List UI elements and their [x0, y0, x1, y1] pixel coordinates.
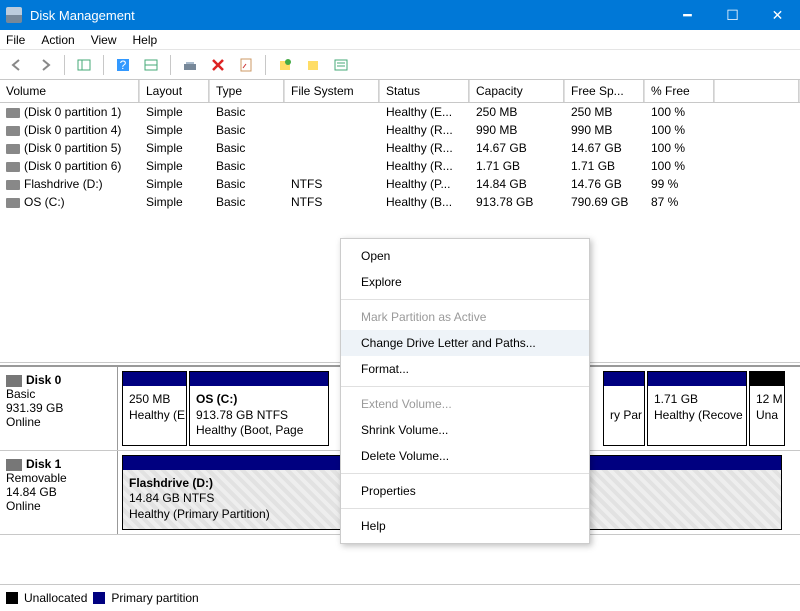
volume-row[interactable]: (Disk 0 partition 6)SimpleBasicHealthy (…: [0, 157, 800, 175]
partition[interactable]: OS (C:)913.78 GB NTFSHealthy (Boot, Page: [189, 371, 329, 446]
context-menu: Open Explore Mark Partition as Active Ch…: [340, 238, 590, 544]
title-bar: Disk Management ━ ☐ ✕: [0, 0, 800, 30]
ctx-open[interactable]: Open: [341, 243, 589, 269]
settings-panel-button[interactable]: [140, 54, 162, 76]
properties-button[interactable]: [235, 54, 257, 76]
menu-file[interactable]: File: [6, 33, 25, 47]
forward-button[interactable]: [34, 54, 56, 76]
ctx-extend-volume: Extend Volume...: [341, 391, 589, 417]
volume-icon: [6, 126, 20, 136]
disk-info[interactable]: Disk 1Removable14.84 GBOnline: [0, 451, 118, 534]
refresh-button[interactable]: [179, 54, 201, 76]
menu-help[interactable]: Help: [133, 33, 158, 47]
partition[interactable]: ry Par: [603, 371, 645, 446]
legend-primary-label: Primary partition: [111, 591, 198, 605]
menu-bar: File Action View Help: [0, 30, 800, 50]
attach-vhd-button[interactable]: [302, 54, 324, 76]
volume-list-header: Volume Layout Type File System Status Ca…: [0, 80, 800, 103]
volume-row[interactable]: Flashdrive (D:)SimpleBasicNTFSHealthy (P…: [0, 175, 800, 193]
ctx-help[interactable]: Help: [341, 513, 589, 539]
ctx-delete-volume[interactable]: Delete Volume...: [341, 443, 589, 469]
volume-icon: [6, 180, 20, 190]
app-icon: [6, 7, 22, 23]
legend-primary-swatch: [93, 592, 105, 604]
toolbar: ?: [0, 50, 800, 80]
legend-unallocated-swatch: [6, 592, 18, 604]
volume-row[interactable]: (Disk 0 partition 5)SimpleBasicHealthy (…: [0, 139, 800, 157]
legend-unallocated-label: Unallocated: [24, 591, 87, 605]
volume-row[interactable]: (Disk 0 partition 4)SimpleBasicHealthy (…: [0, 121, 800, 139]
disk-info[interactable]: Disk 0Basic931.39 GBOnline: [0, 367, 118, 450]
window-title: Disk Management: [30, 8, 665, 23]
col-filesystem[interactable]: File System: [285, 80, 380, 102]
unallocated-region[interactable]: 12 MUna: [749, 371, 785, 446]
col-volume[interactable]: Volume: [0, 80, 140, 102]
volume-icon: [6, 108, 20, 118]
window-controls: ━ ☐ ✕: [665, 0, 800, 30]
menu-action[interactable]: Action: [41, 33, 74, 47]
partition[interactable]: 1.71 GBHealthy (Recove: [647, 371, 747, 446]
col-percent-free[interactable]: % Free: [645, 80, 715, 102]
col-free-space[interactable]: Free Sp...: [565, 80, 645, 102]
close-button[interactable]: ✕: [755, 0, 800, 30]
volume-icon: [6, 162, 20, 172]
ctx-explore[interactable]: Explore: [341, 269, 589, 295]
ctx-format[interactable]: Format...: [341, 356, 589, 382]
volume-icon: [6, 198, 20, 208]
maximize-button[interactable]: ☐: [710, 0, 755, 30]
show-hide-console-tree-button[interactable]: [73, 54, 95, 76]
delete-button[interactable]: [207, 54, 229, 76]
col-spacer: [715, 80, 800, 102]
col-type[interactable]: Type: [210, 80, 285, 102]
col-status[interactable]: Status: [380, 80, 470, 102]
ctx-mark-active: Mark Partition as Active: [341, 304, 589, 330]
menu-view[interactable]: View: [91, 33, 117, 47]
action-list-button[interactable]: [330, 54, 352, 76]
col-capacity[interactable]: Capacity: [470, 80, 565, 102]
ctx-properties[interactable]: Properties: [341, 478, 589, 504]
ctx-change-drive-letter[interactable]: Change Drive Letter and Paths...: [341, 330, 589, 356]
volume-icon: [6, 144, 20, 154]
back-button[interactable]: [6, 54, 28, 76]
disk-icon: [6, 459, 22, 471]
legend: Unallocated Primary partition: [0, 584, 800, 611]
svg-text:?: ?: [120, 58, 127, 72]
volume-row[interactable]: OS (C:)SimpleBasicNTFSHealthy (B...913.7…: [0, 193, 800, 211]
disk-icon: [6, 375, 22, 387]
help-button[interactable]: ?: [112, 54, 134, 76]
volume-row[interactable]: (Disk 0 partition 1)SimpleBasicHealthy (…: [0, 103, 800, 121]
col-layout[interactable]: Layout: [140, 80, 210, 102]
ctx-shrink-volume[interactable]: Shrink Volume...: [341, 417, 589, 443]
minimize-button[interactable]: ━: [665, 0, 710, 30]
new-volume-button[interactable]: [274, 54, 296, 76]
partition[interactable]: 250 MBHealthy (EF: [122, 371, 187, 446]
